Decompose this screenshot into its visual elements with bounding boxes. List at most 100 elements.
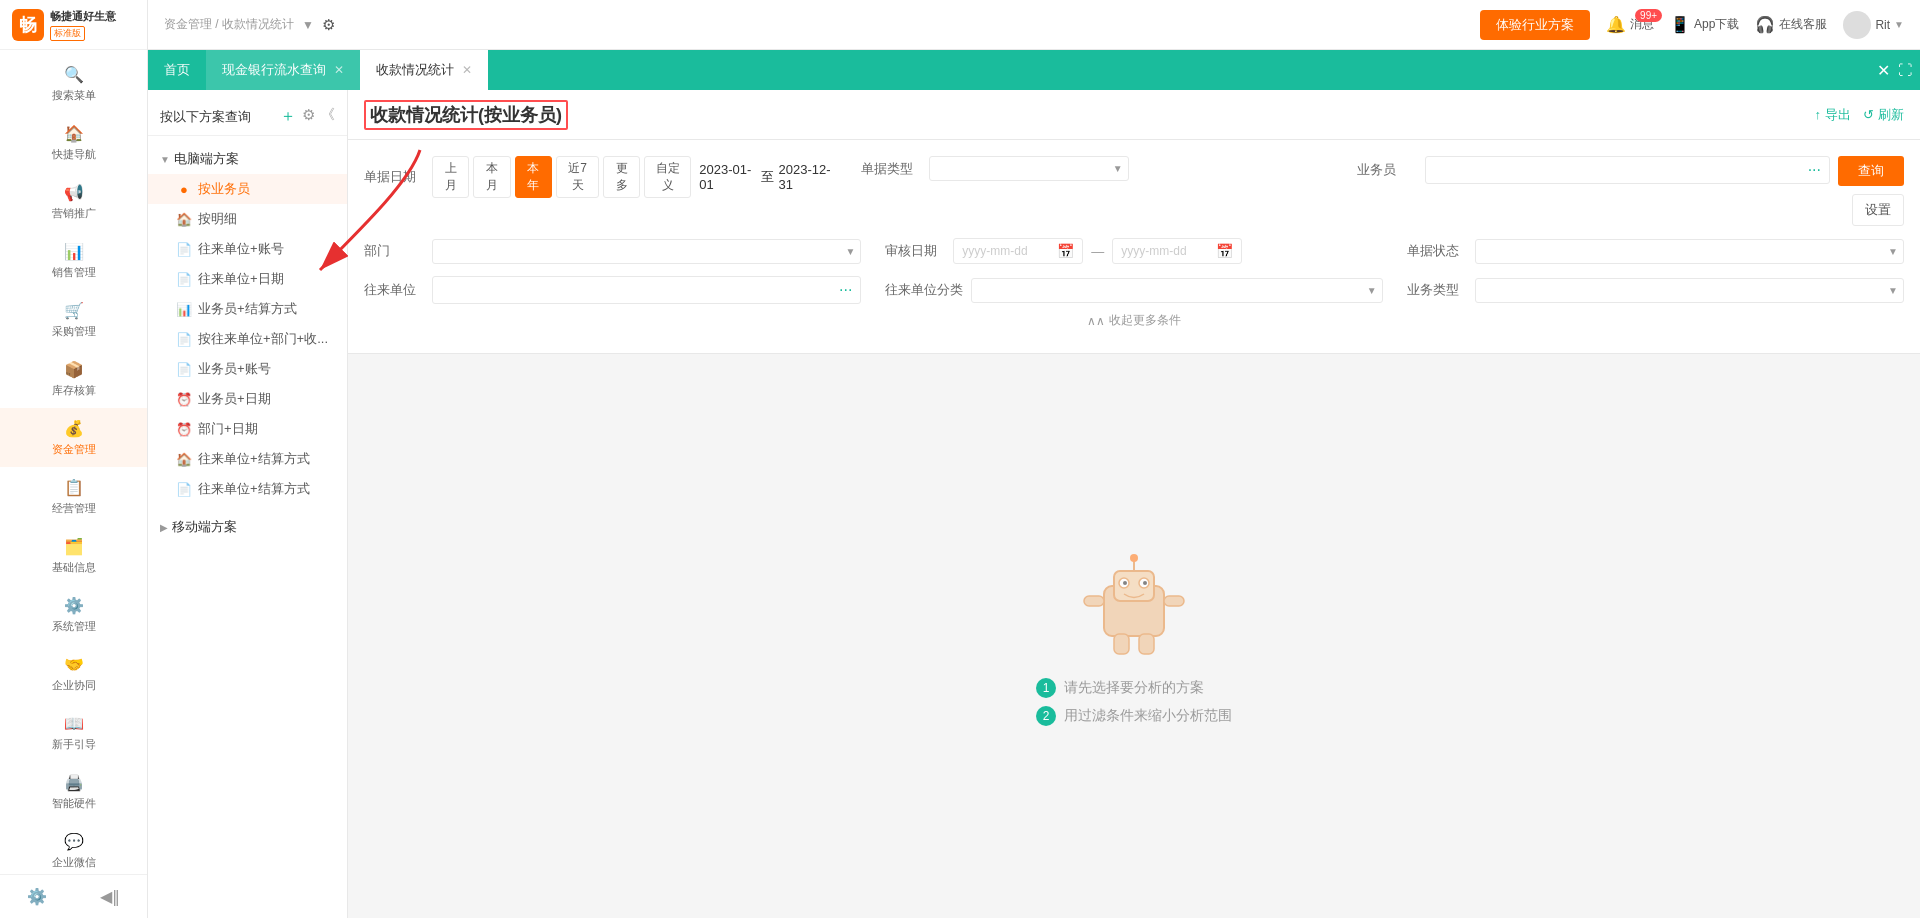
tab-close-all-icon[interactable]: ✕: [1877, 61, 1890, 80]
setting-button[interactable]: 设置: [1852, 194, 1904, 226]
scheme-item-by-detail[interactable]: 🏠 按明细: [148, 204, 347, 234]
business-type-select[interactable]: [1475, 278, 1904, 303]
scheme-settings-btn[interactable]: ⚙: [302, 106, 315, 127]
tab-receipts[interactable]: 收款情况统计 ✕: [360, 50, 488, 90]
query-button[interactable]: 查询: [1838, 156, 1904, 186]
sidebar-item-guide[interactable]: 📖 新手引导: [0, 703, 147, 762]
app-download-btn[interactable]: 📱 App下载: [1670, 15, 1739, 34]
sidebar-item-inventory[interactable]: 📦 库存核算: [0, 349, 147, 408]
unit-dept-receipt-scheme-icon: 📄: [176, 331, 192, 347]
dept-select[interactable]: [432, 239, 861, 264]
scheme-item-by-unit-payment2[interactable]: 📄 往来单位+结算方式: [148, 474, 347, 504]
page-title: 收款情况统计(按业务员): [364, 100, 568, 130]
export-icon: ↑: [1815, 107, 1822, 122]
more-date-btn[interactable]: 更多: [603, 156, 640, 198]
scheme-item-by-dept-date[interactable]: ⏰ 部门+日期: [148, 414, 347, 444]
system-icon: ⚙️: [64, 595, 84, 615]
counterparty-category-select[interactable]: [971, 278, 1382, 303]
detail-scheme-icon: 🏠: [176, 211, 192, 227]
search-icon: 🔍: [64, 64, 84, 84]
desktop-group-title[interactable]: ▼ 电脑端方案: [148, 144, 347, 174]
scheme-item-by-unit-date[interactable]: 📄 往来单位+日期: [148, 264, 347, 294]
logo-area: 畅 畅捷通好生意 标准版: [0, 0, 147, 50]
review-date-from[interactable]: yyyy-mm-dd 📅: [953, 238, 1083, 264]
desktop-scheme-group: ▼ 电脑端方案 ● 按业务员 🏠 按明细 📄 往来单位+账号: [148, 144, 347, 504]
bell-icon: 🔔: [1606, 15, 1626, 34]
scheme-item-by-unit-dept-receipt[interactable]: 📄 按往来单位+部门+收...: [148, 324, 347, 354]
tab-home[interactable]: 首页: [148, 50, 206, 90]
scheme-item-by-unit-payment1[interactable]: 🏠 往来单位+结算方式: [148, 444, 347, 474]
voucher-type-select-wrapper: ▼: [929, 156, 1129, 181]
sidebar-item-smart[interactable]: 🖨️ 智能硬件: [0, 762, 147, 821]
prev-month-btn[interactable]: 上月: [432, 156, 469, 198]
sidebar-item-finance[interactable]: 💰 资金管理: [0, 408, 147, 467]
bottom-settings-btn[interactable]: ⚙️: [19, 883, 55, 910]
sidebar-item-marketing[interactable]: 📢 营销推广: [0, 172, 147, 231]
refresh-btn[interactable]: ↺ 刷新: [1863, 106, 1904, 124]
scheme-item-by-salesperson-account[interactable]: 📄 业务员+账号: [148, 354, 347, 384]
breadcrumb-dropdown-icon[interactable]: ▼: [302, 18, 314, 32]
collapse-bar[interactable]: ∧∧ 收起更多条件: [364, 304, 1904, 337]
this-year-btn[interactable]: 本年: [515, 156, 552, 198]
tab-bank-flow[interactable]: 现金银行流水查询 ✕: [206, 50, 360, 90]
sidebar-item-purchase[interactable]: 🛒 采购管理: [0, 290, 147, 349]
voucher-type-select[interactable]: [929, 156, 1129, 181]
voucher-status-select-wrapper: ▼: [1475, 239, 1904, 264]
tab-expand-icon[interactable]: ⛶: [1898, 62, 1912, 78]
svg-rect-6: [1084, 596, 1104, 606]
enterprise-icon: 🤝: [64, 654, 84, 674]
business-type-label: 业务类型: [1407, 281, 1467, 299]
date-range: 2023-01-01 至 2023-12-31: [699, 162, 836, 192]
try-plan-button[interactable]: 体验行业方案: [1480, 10, 1590, 40]
review-date-to[interactable]: yyyy-mm-dd 📅: [1112, 238, 1242, 264]
sidebar-bottom: ⚙️ ◀‖: [0, 874, 147, 918]
hint-num-2: 2: [1036, 706, 1056, 726]
sidebar-item-quick-nav[interactable]: 🏠 快捷导航: [0, 113, 147, 172]
tab-close-bank-flow[interactable]: ✕: [334, 63, 344, 77]
export-btn[interactable]: ↑ 导出: [1815, 106, 1852, 124]
sidebar-item-wechat[interactable]: 💬 企业微信: [0, 821, 147, 874]
home-icon: 🏠: [64, 123, 84, 143]
last7days-btn[interactable]: 近7天: [556, 156, 599, 198]
guide-icon: 📖: [64, 713, 84, 733]
online-service-btn[interactable]: 🎧 在线客服: [1755, 15, 1827, 34]
header-settings-btn[interactable]: ⚙: [322, 16, 335, 34]
custom-date-btn[interactable]: 自定义: [644, 156, 691, 198]
collapse-panel-btn[interactable]: 《: [321, 106, 335, 127]
unit-payment2-scheme-icon: 📄: [176, 481, 192, 497]
business-type-select-wrapper: ▼: [1475, 278, 1904, 303]
scheme-item-by-unit-account[interactable]: 📄 往来单位+账号: [148, 234, 347, 264]
scheme-item-by-salesperson[interactable]: ● 按业务员: [148, 174, 347, 204]
scheme-item-by-salesperson-date[interactable]: ⏰ 业务员+日期: [148, 384, 347, 414]
user-avatar-area[interactable]: Rit ▼: [1843, 11, 1904, 39]
mobile-scheme-group: ▶ 移动端方案: [148, 512, 347, 542]
voucher-status-select[interactable]: [1475, 239, 1904, 264]
mobile-group-title[interactable]: ▶ 移动端方案: [148, 512, 347, 542]
notification-btn[interactable]: 🔔 消息 99+: [1606, 15, 1654, 34]
sidebar-item-system[interactable]: ⚙️ 系统管理: [0, 585, 147, 644]
counterparty-more-icon[interactable]: ···: [839, 281, 852, 299]
filter-area: 单据日期 上月 本月 本年 近7天 更多 自定义 2023-01-01: [348, 140, 1920, 354]
empty-hints: 1 请先选择要分析的方案 2 用过滤条件来缩小分析范围: [1036, 678, 1232, 726]
title-actions: ↑ 导出 ↺ 刷新: [1815, 106, 1905, 124]
svg-point-5: [1143, 581, 1147, 585]
marketing-icon: 📢: [64, 182, 84, 202]
sidebar-item-search[interactable]: 🔍 搜索菜单: [0, 54, 147, 113]
scheme-item-by-salesperson-payment[interactable]: 📊 业务员+结算方式: [148, 294, 347, 324]
bottom-collapse-btn[interactable]: ◀‖: [92, 883, 128, 910]
sidebar-item-sales[interactable]: 📊 销售管理: [0, 231, 147, 290]
sidebar-item-enterprise[interactable]: 🤝 企业协同: [0, 644, 147, 703]
tab-close-receipts[interactable]: ✕: [462, 63, 472, 77]
wechat-icon: 💬: [64, 831, 84, 851]
sidebar-item-basic[interactable]: 🗂️ 基础信息: [0, 526, 147, 585]
salesperson-more-icon[interactable]: ···: [1808, 161, 1821, 179]
sidebar-item-operations[interactable]: 📋 经营管理: [0, 467, 147, 526]
salesperson-date-scheme-icon: ⏰: [176, 391, 192, 407]
finance-icon: 💰: [64, 418, 84, 438]
svg-rect-9: [1139, 634, 1154, 654]
filter-actions: 查询 设置: [1838, 156, 1904, 226]
this-month-btn[interactable]: 本月: [473, 156, 510, 198]
tab-bar-right: ✕ ⛶: [1877, 61, 1920, 80]
add-scheme-btn[interactable]: ＋: [280, 106, 296, 127]
left-panel-header-actions: ＋ ⚙ 《: [280, 106, 335, 127]
